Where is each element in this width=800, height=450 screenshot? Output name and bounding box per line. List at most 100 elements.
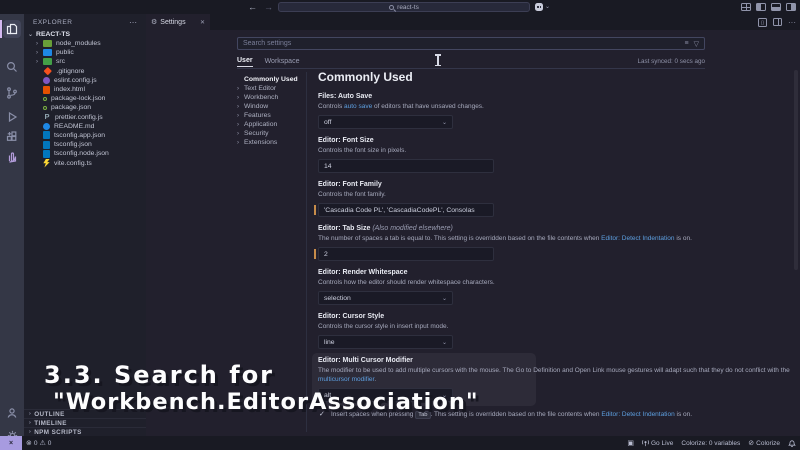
remote-icon: ×	[8, 439, 14, 447]
explorer-more-icon[interactable]: ⋯	[129, 18, 138, 27]
vscode-window: ← → react-ts ⌄ EXPLORER ⋯ ⌄ REACT-TS › n…	[0, 0, 800, 450]
setting-value: line	[324, 338, 335, 346]
setting-control[interactable]: 'Cascadia Code PL', 'CascadiaCodePL', Co…	[314, 203, 494, 217]
account-icon[interactable]	[0, 402, 24, 424]
setting-row: ✓ Editor: Multi Cursor Modifier The modi…	[312, 353, 794, 406]
sidebar-section-header[interactable]: › NPM SCRIPTS	[24, 427, 146, 436]
file-icon	[43, 131, 50, 140]
scope-tab-user[interactable]: User	[237, 57, 253, 67]
file-name: src	[56, 58, 66, 66]
setting-description-link[interactable]: multicursor modifier	[318, 376, 374, 383]
setting-description-link[interactable]: Editor: Detect Indentation	[601, 411, 674, 418]
file-tree-item[interactable]: tsconfig.node.json	[24, 149, 146, 158]
setting-description-text: Tab	[415, 411, 431, 419]
tab-settings[interactable]: ⚙ Settings ✕	[146, 14, 210, 30]
file-tree-item[interactable]: › src	[24, 57, 146, 66]
setting-control[interactable]: 2 ⌄	[314, 247, 494, 261]
colorize-variables-item[interactable]: Colorize: 0 variables	[677, 440, 744, 447]
setting-description-link[interactable]: auto save	[344, 103, 372, 110]
setting-description: Controls auto save of editors that have …	[318, 102, 794, 111]
text-cursor	[435, 54, 440, 66]
settings-toc-item[interactable]: Commonly Used	[237, 75, 307, 84]
file-name: tsconfig.node.json	[54, 150, 109, 158]
command-center[interactable]: react-ts	[278, 2, 530, 12]
file-tree-item[interactable]: › node_modules	[24, 39, 146, 48]
search-icon	[389, 4, 395, 10]
settings-toc-item[interactable]: › Window	[237, 102, 307, 111]
run-debug-icon[interactable]	[0, 106, 24, 128]
file-tree-item[interactable]: tsconfig.app.json	[24, 131, 146, 140]
settings-toc-item[interactable]: › Features	[237, 111, 307, 120]
tab-label: Settings	[160, 18, 186, 26]
file-tree-item[interactable]: P prettier.config.js	[24, 113, 146, 122]
setting-value: 14	[324, 162, 332, 170]
settings-search-input[interactable]: Search settings ≡ ▽	[237, 37, 705, 50]
setting-control[interactable]: off ⌄	[318, 115, 453, 129]
settings-toc-item[interactable]: › Workbench	[237, 93, 307, 102]
setting-value: alt	[324, 391, 332, 399]
search-view-icon[interactable]	[0, 56, 24, 78]
extensions-icon[interactable]	[0, 126, 24, 148]
toggle-sidebar-icon[interactable]	[756, 3, 766, 11]
colorize-toggle-item[interactable]: ⊘ Colorize	[744, 439, 784, 448]
split-editor-icon[interactable]	[773, 18, 782, 26]
checkbox-checked-icon[interactable]: ✓	[319, 410, 325, 418]
notifications-bell-icon[interactable]	[784, 439, 800, 448]
file-icon	[43, 58, 52, 66]
file-tree-item[interactable]: package.json	[24, 103, 146, 112]
customize-layout-icon[interactable]	[741, 3, 751, 11]
copilot-menu[interactable]: ⌄	[535, 2, 550, 11]
file-tree-item[interactable]: package-lock.json	[24, 94, 146, 103]
suggest-icon[interactable]: ≡	[685, 40, 689, 48]
setting-control[interactable]: selection ⌄	[318, 291, 453, 305]
gear-icon: ⚙	[151, 19, 158, 26]
file-tree-item[interactable]: › public	[24, 48, 146, 57]
chevron-down-icon: ⌄	[441, 339, 447, 346]
settings-toc-item[interactable]: › Extensions	[237, 138, 307, 147]
source-control-icon[interactable]	[0, 82, 24, 104]
settings-toc-item[interactable]: › Text Editor	[237, 84, 307, 93]
filter-icon[interactable]: ▽	[694, 40, 699, 48]
settings-toc-item[interactable]: › Application	[237, 120, 307, 129]
file-icon	[43, 105, 47, 110]
file-tree-item[interactable]: index.html	[24, 85, 146, 94]
file-tree-item[interactable]: eslint.config.js	[24, 76, 146, 85]
file-tree-item[interactable]: README.md	[24, 122, 146, 131]
toggle-secondary-sidebar-icon[interactable]	[786, 3, 796, 11]
nav-forward-icon[interactable]: →	[264, 2, 273, 12]
chevron-right-icon: ›	[237, 85, 239, 92]
setting-control[interactable]: line ⌄	[318, 335, 453, 349]
setting-description-text: . This setting is overridden based on th…	[430, 411, 602, 418]
close-icon[interactable]: ✕	[200, 19, 205, 26]
file-tree-item[interactable]: tsconfig.json	[24, 140, 146, 149]
remote-indicator[interactable]: ×	[0, 436, 22, 450]
explorer-icon[interactable]	[0, 18, 24, 40]
scrollbar[interactable]	[794, 70, 798, 270]
toggle-panel-icon[interactable]	[771, 3, 781, 11]
setting-value: 2	[324, 250, 328, 258]
file-name: tsconfig.json	[54, 141, 92, 149]
sidebar-section-header[interactable]: › TIMELINE	[24, 418, 146, 427]
scope-tab-workspace[interactable]: Workspace	[265, 58, 300, 67]
extra-extension-icon[interactable]	[0, 146, 24, 168]
setting-title: Editor: Tab Size (Also modified elsewher…	[318, 225, 453, 232]
chevron-right-icon: ›	[237, 112, 239, 119]
file-tree-item[interactable]: vite.config.ts	[24, 158, 146, 168]
project-root-item[interactable]: ⌄ REACT-TS	[24, 29, 146, 39]
file-name: vite.config.ts	[54, 159, 92, 167]
setting-description-text: The modifier to be used to add multiple …	[318, 367, 790, 374]
file-icon	[43, 49, 52, 57]
setting-control[interactable]: 14 ⌄	[318, 159, 494, 173]
file-tree-item[interactable]: .gitignore	[24, 67, 146, 76]
nav-back-icon[interactable]: ←	[248, 2, 257, 12]
file-icon	[43, 67, 52, 76]
problems-indicator[interactable]: ⊗ 0 ⚠ 0	[22, 439, 55, 448]
status-feedback-item[interactable]: ▣	[623, 439, 638, 447]
more-actions-icon[interactable]: ···	[788, 18, 796, 27]
go-live-button[interactable]: Go Live	[638, 439, 677, 447]
open-settings-json-icon[interactable]: {}	[758, 17, 767, 27]
setting-description-link[interactable]: Editor: Detect Indentation	[601, 235, 674, 242]
sidebar-section-header[interactable]: › OUTLINE	[24, 409, 146, 418]
setting-control[interactable]: alt ⌄	[318, 388, 453, 402]
settings-toc-item[interactable]: › Security	[237, 129, 307, 138]
